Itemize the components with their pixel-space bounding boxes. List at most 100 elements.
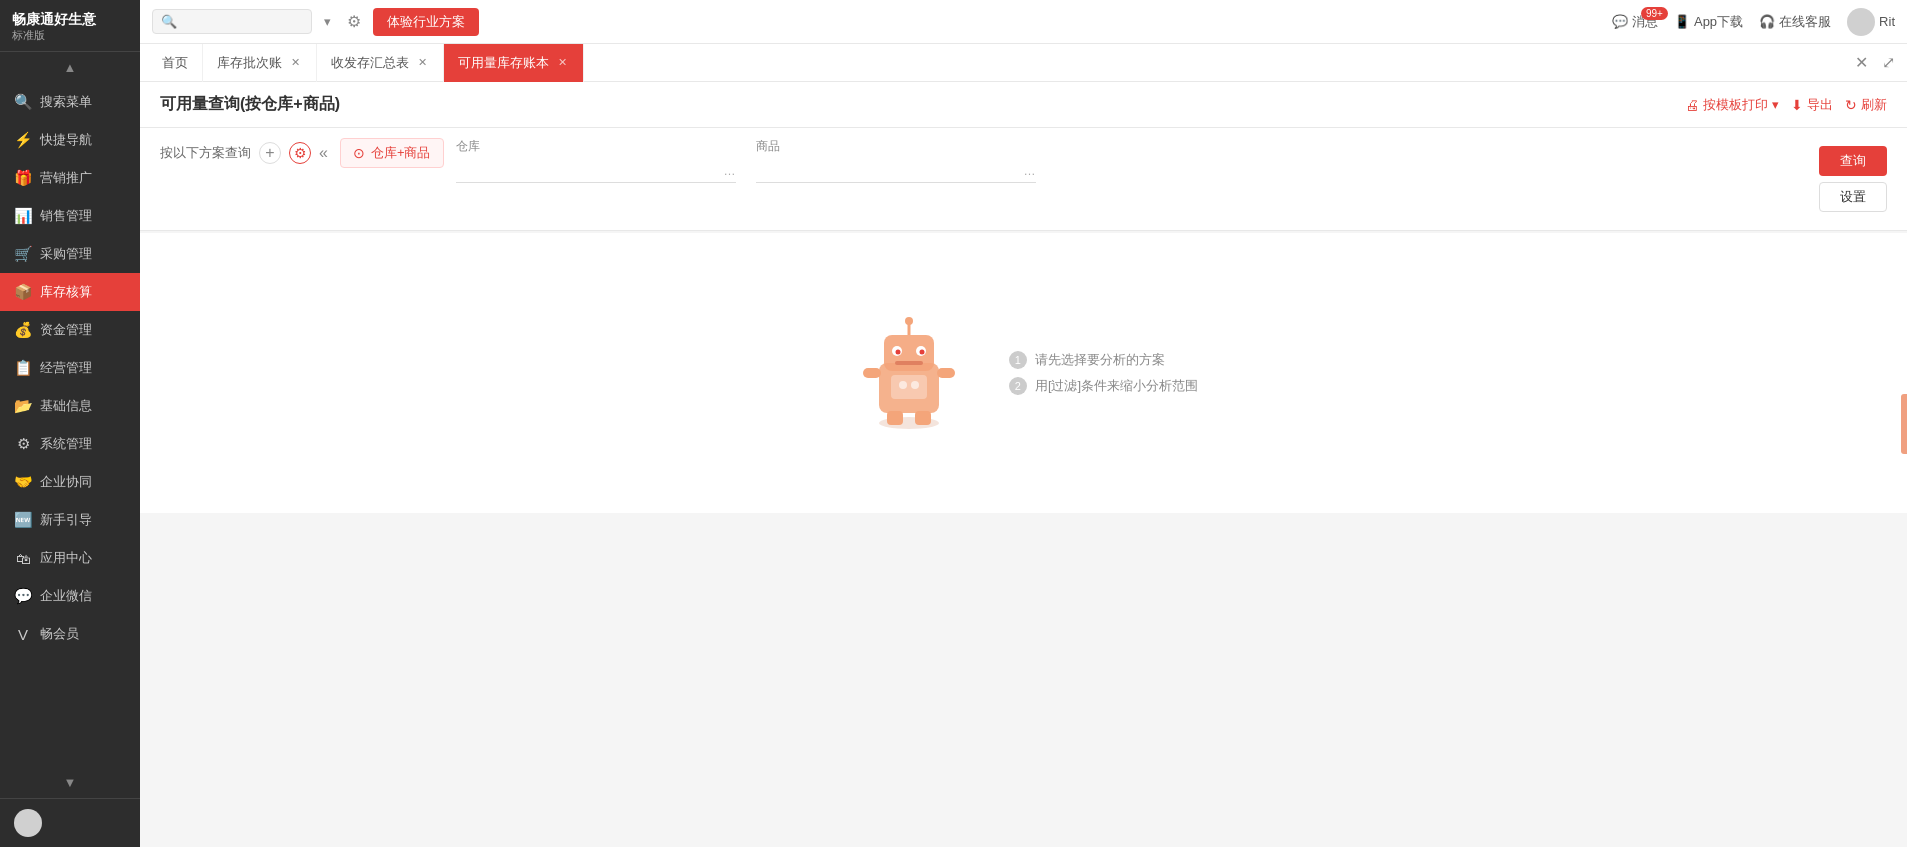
empty-state: 1 请先选择要分析的方案 2 用[过滤]条件来缩小分析范围 <box>140 233 1907 513</box>
tabs-right-actions: ✕ ⤢ <box>1851 53 1899 72</box>
export-button[interactable]: ⬇ 导出 <box>1791 96 1833 114</box>
goods-field: 商品 … <box>756 138 1036 183</box>
search-dropdown-button[interactable]: ▾ <box>320 14 335 29</box>
print-icon: 🖨 <box>1685 97 1699 113</box>
warehouse-label: 仓库 <box>456 138 736 155</box>
clipboard-icon: 📋 <box>14 359 32 377</box>
scheme-icon: ⊙ <box>353 145 365 161</box>
sidebar-item-search[interactable]: 🔍 搜索菜单 <box>0 83 140 121</box>
sidebar-item-label: 采购管理 <box>40 245 92 263</box>
svg-rect-13 <box>937 368 955 378</box>
scheme-item-warehouse-goods[interactable]: ⊙ 仓库+商品 <box>340 138 444 168</box>
folder-icon: 📂 <box>14 397 32 415</box>
refresh-button[interactable]: ↻ 刷新 <box>1845 96 1887 114</box>
page-header: 可用量查询(按仓库+商品) 🖨 按模板打印 ▾ ⬇ 导出 ↻ 刷新 <box>140 82 1907 128</box>
settings-scheme-button[interactable]: ⚙ <box>289 142 311 164</box>
topbar: 🔍 ▾ ⚙ 体验行业方案 💬 消息 99+ 📱 App下载 🎧 在线客服 Rit <box>140 0 1907 44</box>
tab-expand-button[interactable]: ⤢ <box>1878 53 1899 72</box>
search-icon: 🔍 <box>14 93 32 111</box>
add-scheme-button[interactable]: + <box>259 142 281 164</box>
vip-icon: V <box>14 625 32 643</box>
sidebar-footer[interactable] <box>0 798 140 847</box>
tab-batch[interactable]: 库存批次账 ✕ <box>203 44 317 82</box>
settings-button[interactable]: 设置 <box>1819 182 1887 212</box>
sidebar-item-finance[interactable]: 💰 资金管理 <box>0 311 140 349</box>
sidebar-scroll-down[interactable]: ▼ <box>0 767 140 798</box>
svg-point-5 <box>895 350 900 355</box>
sidebar-item-marketing[interactable]: 🎁 营销推广 <box>0 159 140 197</box>
edition-label: 标准版 <box>12 28 128 43</box>
query-button[interactable]: 查询 <box>1819 146 1887 176</box>
query-fields: 仓库 … 商品 … <box>456 138 1808 183</box>
print-template-button[interactable]: 🖨 按模板打印 ▾ <box>1685 96 1779 114</box>
phone-icon: 📱 <box>1674 14 1690 29</box>
sidebar-item-member[interactable]: V 畅会员 <box>0 615 140 653</box>
message-button[interactable]: 💬 消息 99+ <box>1612 13 1658 31</box>
svg-rect-12 <box>863 368 881 378</box>
sidebar-item-purchase[interactable]: 🛒 采购管理 <box>0 235 140 273</box>
sidebar-item-enterprise[interactable]: 🤝 企业协同 <box>0 463 140 501</box>
sidebar-item-sales[interactable]: 📊 销售管理 <box>0 197 140 235</box>
lightning-icon: ⚡ <box>14 131 32 149</box>
tab-available[interactable]: 可用量库存账本 ✕ <box>444 44 584 82</box>
svg-rect-10 <box>887 411 903 425</box>
sidebar-item-label: 基础信息 <box>40 397 92 415</box>
sidebar-item-label: 畅会员 <box>40 625 79 643</box>
sidebar-item-label: 快捷导航 <box>40 131 92 149</box>
warehouse-input-wrapper: … <box>456 159 736 183</box>
filter-container: 按以下方案查询 + ⚙ « ⊙ 仓库+商品 仓库 … <box>140 128 1907 231</box>
export-icon: ⬇ <box>1791 97 1803 113</box>
svg-point-6 <box>919 350 924 355</box>
money-icon: 💰 <box>14 321 32 339</box>
page-header-actions: 🖨 按模板打印 ▾ ⬇ 导出 ↻ 刷新 <box>1685 96 1887 114</box>
svg-rect-9 <box>895 361 923 365</box>
action-buttons: 查询 设置 <box>1819 138 1887 220</box>
sidebar-item-operations[interactable]: 📋 经营管理 <box>0 349 140 387</box>
sidebar: 畅康通好生意 标准版 ▲ 🔍 搜索菜单 ⚡ 快捷导航 🎁 营销推广 📊 销售管理… <box>0 0 140 847</box>
goods-label: 商品 <box>756 138 1036 155</box>
new-icon: 🆕 <box>14 511 32 529</box>
brand-name: 畅康通好生意 <box>12 10 128 28</box>
tab-summary[interactable]: 收发存汇总表 ✕ <box>317 44 444 82</box>
sidebar-item-basics[interactable]: 📂 基础信息 <box>0 387 140 425</box>
industry-solution-button[interactable]: 体验行业方案 <box>373 8 479 36</box>
warehouse-more-icon[interactable]: … <box>724 164 736 178</box>
app-download-button[interactable]: 📱 App下载 <box>1674 13 1743 31</box>
tab-home[interactable]: 首页 <box>148 44 203 82</box>
gear-icon: ⚙ <box>14 435 32 453</box>
empty-tip-2: 2 用[过滤]条件来缩小分析范围 <box>1009 377 1198 395</box>
tip-text-1: 请先选择要分析的方案 <box>1035 351 1165 369</box>
tab-available-close[interactable]: ✕ <box>555 56 569 70</box>
empty-illustration <box>849 313 969 433</box>
sidebar-item-appstore[interactable]: 🛍 应用中心 <box>0 539 140 577</box>
tab-batch-label: 库存批次账 <box>217 54 282 72</box>
topbar-search-input[interactable] <box>181 15 301 29</box>
sidebar-item-wechat[interactable]: 💬 企业微信 <box>0 577 140 615</box>
tip-number-2: 2 <box>1009 377 1027 395</box>
tab-summary-close[interactable]: ✕ <box>415 56 429 70</box>
right-scroll-hint <box>1901 394 1907 454</box>
svg-rect-11 <box>915 411 931 425</box>
sidebar-item-guide[interactable]: 🆕 新手引导 <box>0 501 140 539</box>
sidebar-scroll-up[interactable]: ▲ <box>0 52 140 83</box>
service-button[interactable]: 🎧 在线客服 <box>1759 13 1831 31</box>
sidebar-item-label: 搜索菜单 <box>40 93 92 111</box>
warehouse-field: 仓库 … <box>456 138 736 183</box>
topbar-gear-button[interactable]: ⚙ <box>343 12 365 31</box>
warehouse-input[interactable] <box>456 163 720 178</box>
sidebar-item-label: 新手引导 <box>40 511 92 529</box>
sidebar-item-shortcut[interactable]: ⚡ 快捷导航 <box>0 121 140 159</box>
cart-icon: 🛒 <box>14 245 32 263</box>
svg-point-16 <box>911 381 919 389</box>
collapse-filter-button[interactable]: « <box>319 144 328 162</box>
goods-more-icon[interactable]: … <box>1024 164 1036 178</box>
topbar-search-box[interactable]: 🔍 <box>152 9 312 34</box>
goods-input[interactable] <box>756 163 1020 178</box>
user-profile[interactable]: Rit <box>1847 8 1895 36</box>
sidebar-item-inventory[interactable]: 📦 库存核算 <box>0 273 140 311</box>
sidebar-header: 畅康通好生意 标准版 <box>0 0 140 52</box>
sidebar-item-system[interactable]: ⚙ 系统管理 <box>0 425 140 463</box>
sidebar-nav: 🔍 搜索菜单 ⚡ 快捷导航 🎁 营销推广 📊 销售管理 🛒 采购管理 📦 库存核… <box>0 83 140 767</box>
tab-close-all-button[interactable]: ✕ <box>1851 53 1872 72</box>
tab-batch-close[interactable]: ✕ <box>288 56 302 70</box>
